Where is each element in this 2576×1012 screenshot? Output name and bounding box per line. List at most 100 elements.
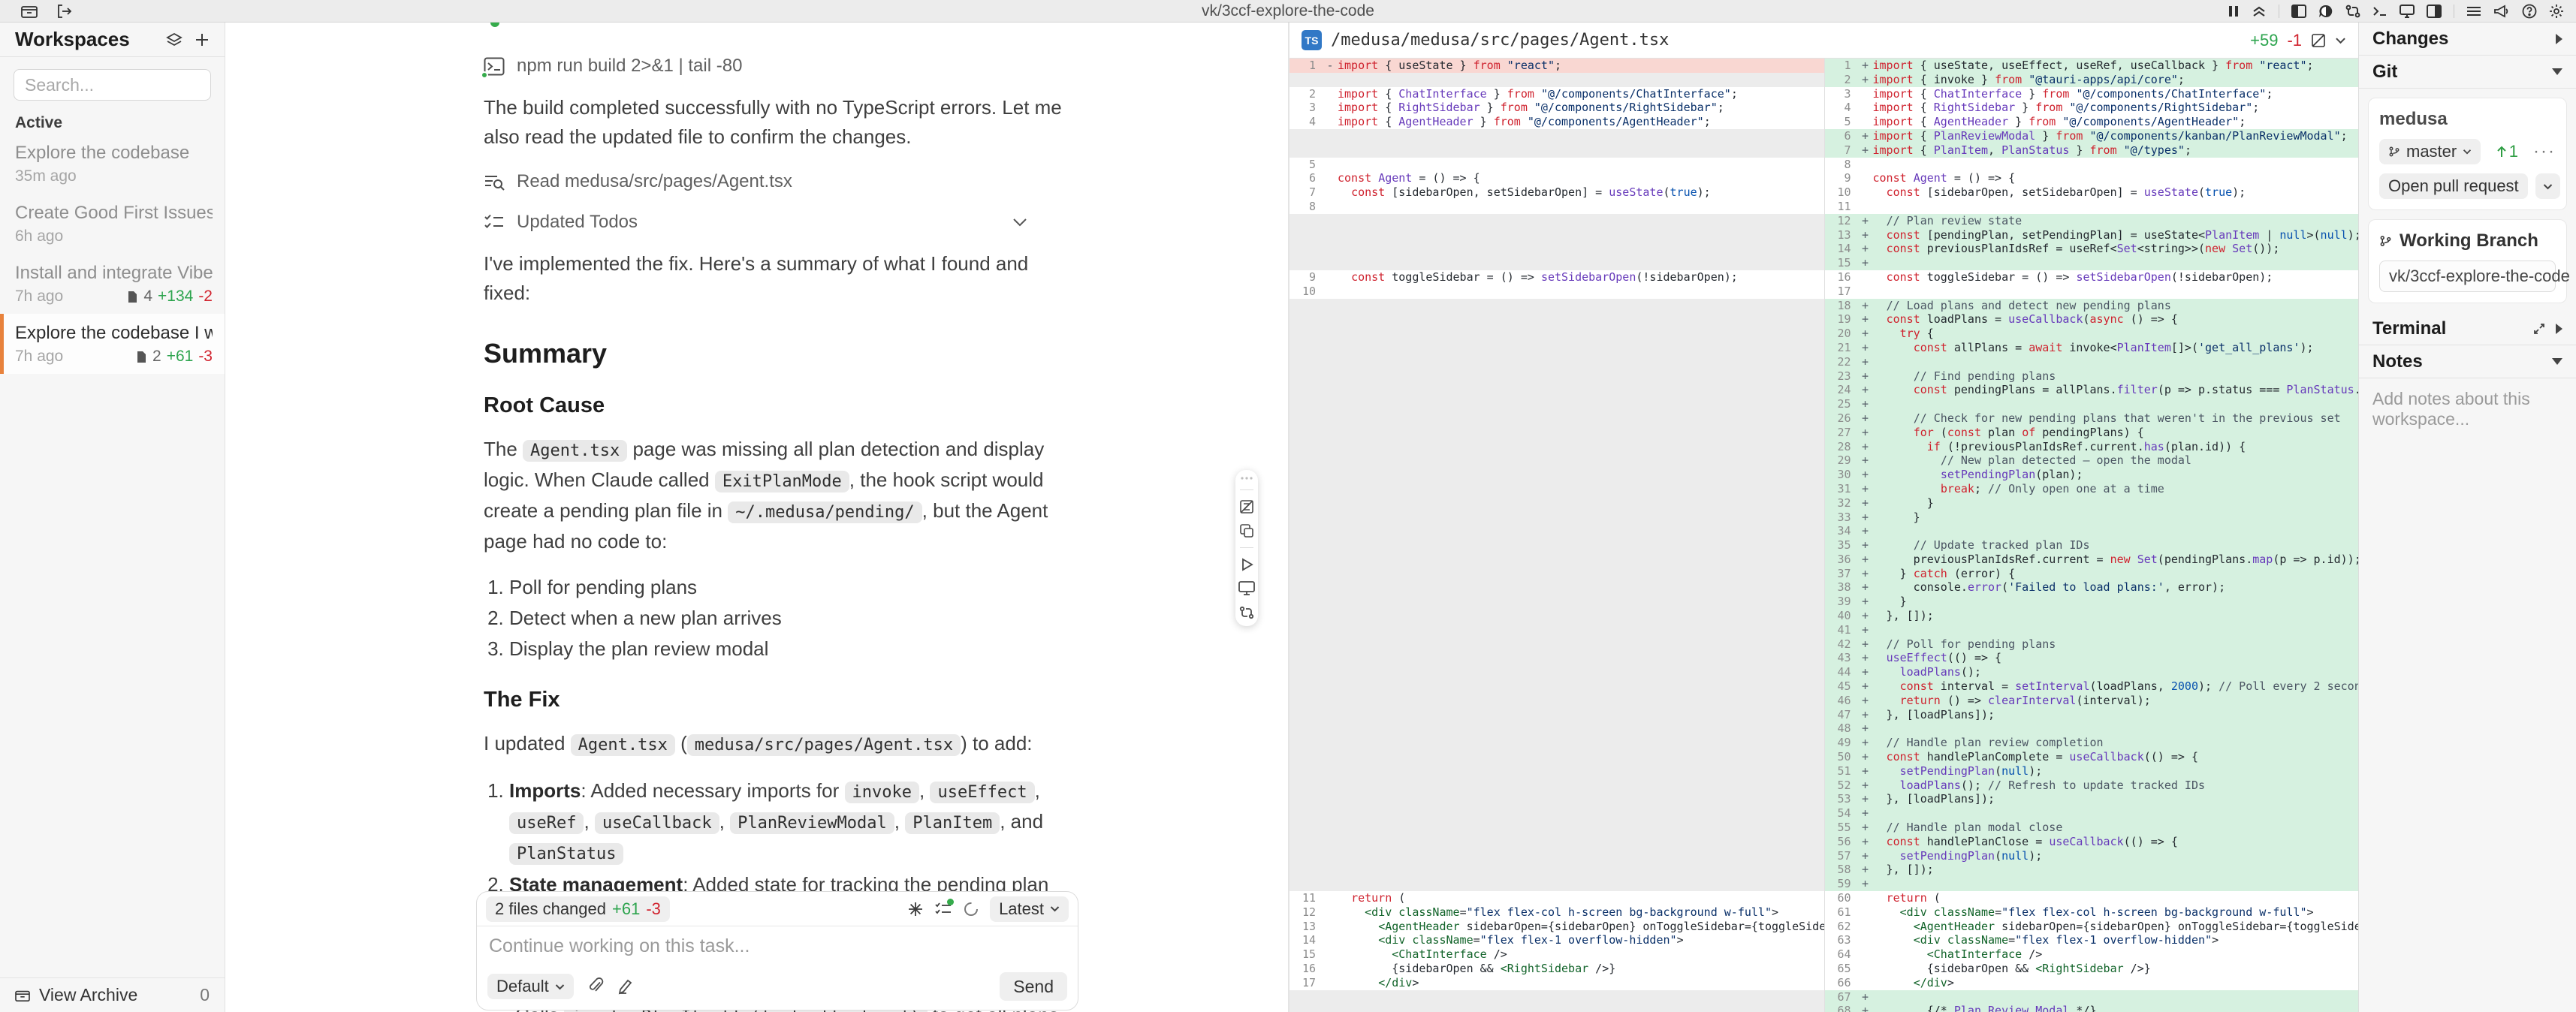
workspace-item[interactable]: Install and integrate Vibe Kanban Web C7… bbox=[0, 254, 225, 314]
code-line: } bbox=[1873, 595, 1907, 609]
spark-icon[interactable] bbox=[907, 901, 924, 917]
right-panel-icon[interactable] bbox=[2427, 5, 2442, 18]
tool-call-row[interactable]: Read medusa/src/pages/Agent.tsx bbox=[484, 171, 1071, 192]
message-input[interactable] bbox=[489, 935, 1066, 964]
commits-ahead[interactable]: 1 bbox=[2496, 142, 2518, 161]
code-line: import { AgentHeader } from "@/component… bbox=[1338, 115, 1711, 129]
files-changed-chip[interactable]: 2 files changed +61 -3 bbox=[486, 896, 670, 922]
notes-placeholder[interactable]: Add notes about this workspace... bbox=[2359, 378, 2576, 440]
diff-row: 57+ setPendingPlan(null); bbox=[1290, 849, 2358, 863]
ahead-count: 1 bbox=[2509, 142, 2518, 161]
line-number: 53 bbox=[1825, 792, 1858, 806]
play-icon[interactable] bbox=[1239, 557, 1254, 572]
monitor-icon[interactable] bbox=[1238, 581, 1255, 596]
drag-handle-icon[interactable] bbox=[1240, 476, 1253, 480]
diff-sign bbox=[1323, 482, 1338, 496]
code-line: return () => clearInterval(interval); bbox=[1873, 694, 2151, 708]
code-line: <div className="flex flex-1 overflow-hid… bbox=[1873, 933, 2219, 947]
diff-sign bbox=[1858, 101, 1873, 115]
expand-icon[interactable] bbox=[2533, 323, 2545, 335]
line-number bbox=[1290, 694, 1323, 708]
left-panel-icon[interactable] bbox=[2291, 5, 2306, 18]
pen-icon[interactable] bbox=[617, 977, 635, 995]
line-number bbox=[1290, 708, 1323, 722]
git-section-header[interactable]: Git bbox=[2359, 56, 2576, 89]
code-line: return ( bbox=[1338, 891, 1405, 905]
view-archive-button[interactable]: View Archive 0 bbox=[0, 977, 225, 1012]
open-pull-request-button[interactable]: Open pull request bbox=[2379, 173, 2528, 199]
inline-code: PlanReviewModal bbox=[730, 812, 894, 834]
send-button[interactable]: Send bbox=[1000, 972, 1067, 1001]
megaphone-icon[interactable] bbox=[2493, 5, 2510, 18]
code-line: const handlePlanClose = useCallback(() =… bbox=[1873, 835, 2178, 849]
working-branch-card: Working Branch bbox=[2368, 219, 2567, 303]
line-number bbox=[1290, 355, 1323, 369]
pr-options-dropdown[interactable] bbox=[2535, 173, 2560, 199]
branch-name: master bbox=[2406, 142, 2457, 161]
diff-row: 67+ bbox=[1290, 990, 2358, 1004]
disable-format-icon[interactable] bbox=[1239, 499, 1254, 514]
todo-list-icon[interactable] bbox=[934, 901, 952, 917]
changes-section-header[interactable]: Changes bbox=[2359, 23, 2576, 56]
workspace-item[interactable]: Explore the codebase I want you to expl7… bbox=[0, 314, 225, 374]
files-changed-label: 2 files changed bbox=[495, 899, 606, 919]
code-line: </div> bbox=[1873, 976, 1954, 990]
copy-icon[interactable] bbox=[1239, 523, 1254, 538]
working-branch-input[interactable] bbox=[2389, 267, 2576, 286]
collapse-all-icon[interactable] bbox=[2252, 5, 2267, 18]
text: , and bbox=[1000, 810, 1043, 833]
terminal-section-header[interactable]: Terminal bbox=[2359, 312, 2576, 345]
code-line: // Update tracked plan IDs bbox=[1873, 538, 2090, 553]
split-view-icon[interactable] bbox=[2311, 33, 2326, 48]
diff-row: 19+ const loadPlans = useCallback(async … bbox=[1290, 312, 2358, 327]
branch-dropdown[interactable]: master bbox=[2379, 139, 2481, 164]
diff-row: 6const Agent = () => {9const Agent = () … bbox=[1290, 171, 2358, 185]
code-line: {sidebarOpen && <RightSidebar />} bbox=[1873, 962, 2151, 976]
workspace-item[interactable]: Explore the codebase35m ago bbox=[0, 134, 225, 194]
chevron-down-icon[interactable] bbox=[1012, 218, 1027, 227]
menu-icon[interactable] bbox=[2466, 5, 2481, 17]
pause-icon[interactable] bbox=[2228, 5, 2240, 18]
mode-dropdown[interactable]: Default bbox=[487, 974, 574, 999]
layers-icon[interactable] bbox=[166, 32, 182, 47]
attach-icon[interactable] bbox=[587, 977, 604, 995]
collapse-file-icon[interactable] bbox=[2335, 37, 2346, 44]
diff-sign: + bbox=[1858, 792, 1873, 806]
latest-label: Latest bbox=[999, 899, 1044, 919]
chat-panel-icon[interactable] bbox=[2318, 5, 2333, 18]
tool-call-row[interactable]: npm run build 2>&1 | tail -80 bbox=[484, 56, 1071, 77]
diff-sign: + bbox=[1858, 553, 1873, 567]
diff-sign bbox=[1323, 1004, 1338, 1012]
add-workspace-icon[interactable] bbox=[195, 32, 210, 47]
bold-text: Imports bbox=[509, 779, 581, 802]
line-number bbox=[1290, 341, 1323, 355]
terminal-icon[interactable] bbox=[2372, 5, 2387, 18]
repo-name: medusa bbox=[2379, 109, 2556, 130]
diff-stats: 2+61-3 bbox=[136, 348, 213, 366]
diff-sign bbox=[1323, 453, 1338, 468]
line-number: 39 bbox=[1825, 595, 1858, 609]
latest-dropdown[interactable]: Latest bbox=[990, 896, 1069, 922]
chat-panel: npm run build 2>&1 | tail -80The build c… bbox=[225, 23, 1288, 1012]
notes-section-header[interactable]: Notes bbox=[2359, 345, 2576, 378]
more-options-icon[interactable]: ··· bbox=[2533, 141, 2556, 162]
workspace-item[interactable]: Create Good First Issues on Github So p6… bbox=[0, 194, 225, 254]
diff-sign: + bbox=[1858, 426, 1873, 440]
diff-sign bbox=[1323, 567, 1338, 581]
diff-row: 56+ const handlePlanClose = useCallback(… bbox=[1290, 835, 2358, 849]
diff-sign: + bbox=[1858, 440, 1873, 454]
line-number bbox=[1290, 312, 1323, 327]
git-compare-icon[interactable] bbox=[2345, 5, 2360, 18]
diff-sign bbox=[1323, 129, 1338, 143]
line-number: 65 bbox=[1825, 962, 1858, 976]
line-number: 64 bbox=[1825, 947, 1858, 962]
text: , bbox=[584, 810, 594, 833]
help-icon[interactable] bbox=[2522, 4, 2537, 19]
settings-gear-icon[interactable] bbox=[2549, 4, 2564, 19]
diff-sign bbox=[1858, 158, 1873, 172]
line-number: 27 bbox=[1825, 426, 1858, 440]
monitor-icon[interactable] bbox=[2400, 5, 2415, 18]
tool-call-row[interactable]: Updated Todos bbox=[484, 212, 1071, 233]
search-input[interactable] bbox=[14, 69, 211, 101]
git-compare-icon[interactable] bbox=[1239, 605, 1254, 620]
